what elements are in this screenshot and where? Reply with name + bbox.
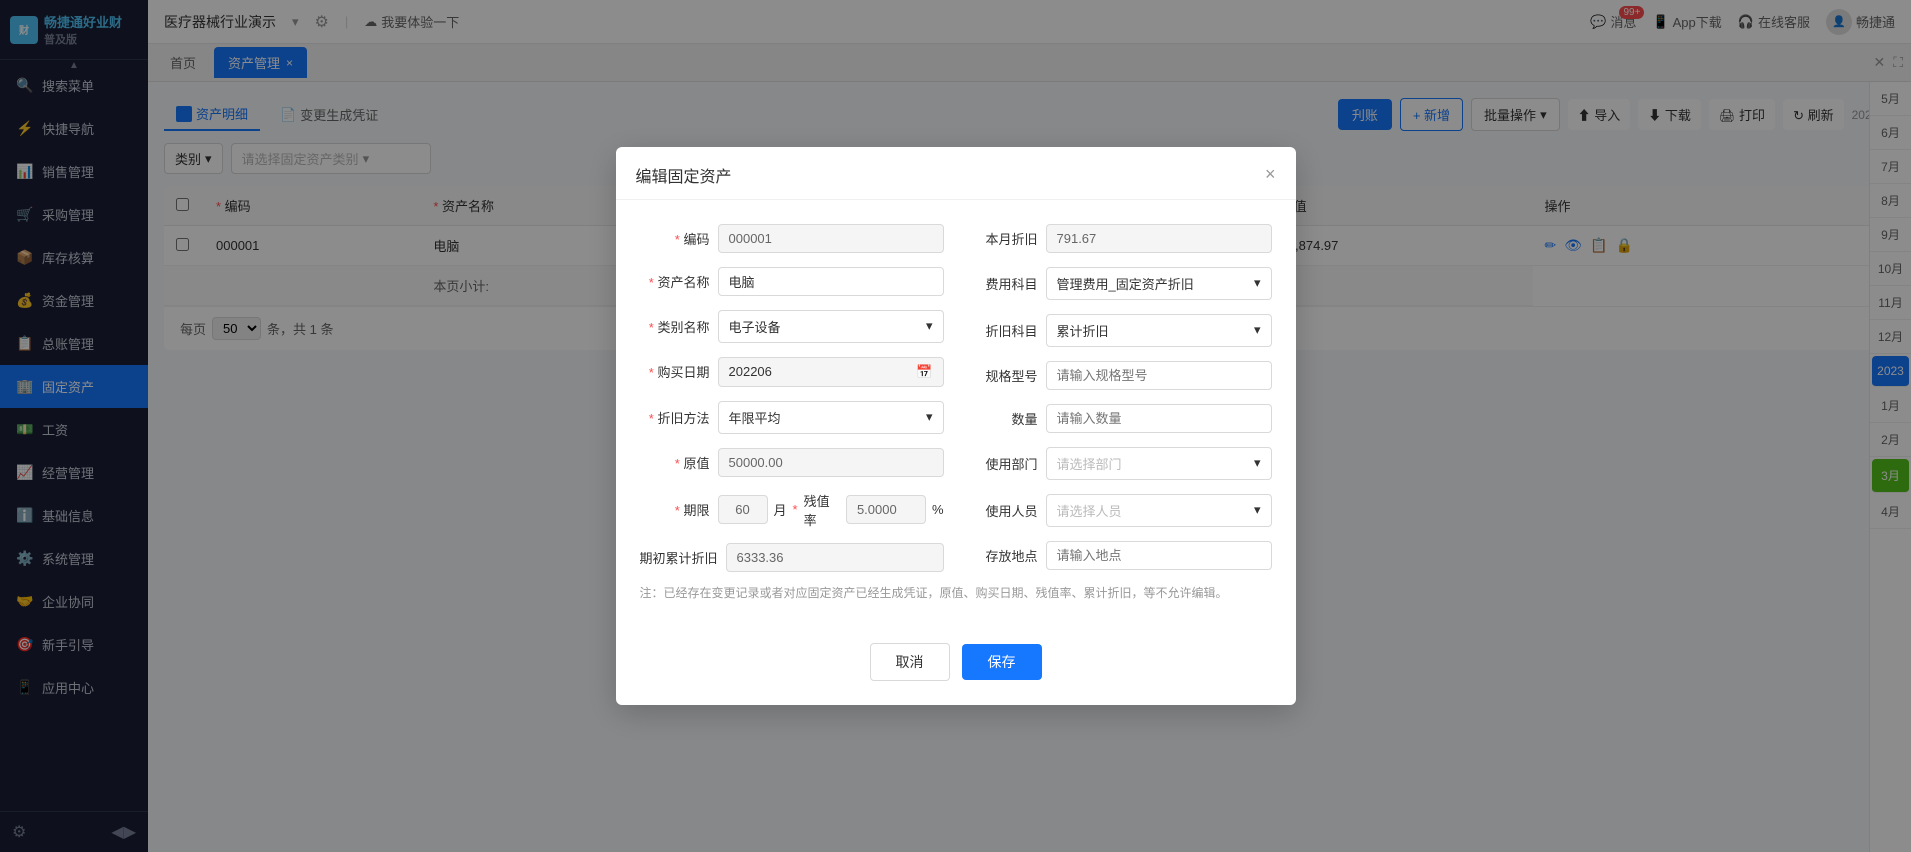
quantity-input[interactable]: [1046, 404, 1272, 433]
form-right-col: 本月折旧 费用科目 管理费用_固定资产折旧 ▾: [968, 224, 1272, 572]
cancel-button[interactable]: 取消: [870, 643, 950, 681]
form-row-dep-subject: 折旧科目 累计折旧 ▾: [968, 314, 1272, 347]
chevron-down-icon: ▾: [926, 318, 933, 334]
dep-subject-label: 折旧科目: [968, 321, 1038, 340]
residual-unit: %: [932, 502, 944, 517]
form-row-category: * 类别名称 电子设备 ▾: [640, 310, 944, 343]
form-row-user: 使用人员 请选择人员 ▾: [968, 494, 1272, 527]
modal-title: 编辑固定资产: [636, 163, 732, 187]
form-row-name: * 资产名称: [640, 267, 944, 296]
form-row-spec: 规格型号: [968, 361, 1272, 390]
location-input[interactable]: [1046, 541, 1272, 570]
form-note: 注：已经存在变更记录或者对应固定资产已经生成凭证，原值、购买日期、残值率、累计折…: [640, 584, 1272, 603]
original-value-input[interactable]: [718, 448, 944, 477]
form-row-dep-method: * 折旧方法 年限平均 ▾: [640, 401, 944, 434]
modal-close-btn[interactable]: ×: [1265, 164, 1276, 185]
modal-overlay: 编辑固定资产 × * 编码: [148, 82, 1911, 852]
form-row-monthly-dep: 本月折旧: [968, 224, 1272, 253]
form-grid: * 编码 * 资产名称: [640, 224, 1272, 572]
page-content: 资产明细 📄 变更生成凭证 刋账 + 新增 批量操作 ▾ ⬆ 导入: [148, 82, 1911, 852]
category-select[interactable]: 电子设备 ▾: [718, 310, 944, 343]
form-row-period: * 期限 月 * 残值率 %: [640, 491, 944, 529]
form-row-department: 使用部门 请选择部门 ▾: [968, 447, 1272, 480]
user-label: 使用人员: [968, 501, 1038, 520]
form-left-col: * 编码 * 资产名称: [640, 224, 944, 572]
quantity-label: 数量: [968, 409, 1038, 428]
code-label: * 编码: [640, 229, 710, 248]
purchase-date-label: * 购买日期: [640, 362, 710, 381]
form-row-expense-subject: 费用科目 管理费用_固定资产折旧 ▾: [968, 267, 1272, 300]
department-select[interactable]: 请选择部门 ▾: [1046, 447, 1272, 480]
purchase-date-input[interactable]: 202206 📅: [718, 357, 944, 387]
expense-subject-select[interactable]: 管理费用_固定资产折旧 ▾: [1046, 267, 1272, 300]
chevron-down-icon: ▾: [1254, 275, 1261, 291]
period-unit: 月: [774, 500, 787, 519]
location-label: 存放地点: [968, 546, 1038, 565]
form-row-quantity: 数量: [968, 404, 1272, 433]
period-group: 月 * 残值率 %: [718, 491, 944, 529]
residual-rate-input[interactable]: [846, 495, 926, 524]
monthly-dep-input[interactable]: [1046, 224, 1272, 253]
edit-asset-modal: 编辑固定资产 × * 编码: [616, 147, 1296, 705]
dep-subject-select[interactable]: 累计折旧 ▾: [1046, 314, 1272, 347]
form-row-original-value: * 原值: [640, 448, 944, 477]
initial-dep-input[interactable]: [726, 543, 944, 572]
form-row-initial-dep: 期初累计折旧: [640, 543, 944, 572]
residual-rate-label: 残值率: [804, 491, 840, 529]
form-row-code: * 编码: [640, 224, 944, 253]
modal-body: * 编码 * 资产名称: [616, 200, 1296, 627]
expense-subject-label: 费用科目: [968, 274, 1038, 293]
dep-method-select[interactable]: 年限平均 ▾: [718, 401, 944, 434]
chevron-down-icon: ▾: [1254, 455, 1261, 471]
original-value-label: * 原值: [640, 453, 710, 472]
dep-method-label: * 折旧方法: [640, 408, 710, 427]
chevron-down-icon: ▾: [1254, 322, 1261, 338]
save-button[interactable]: 保存: [962, 644, 1042, 680]
spec-label: 规格型号: [968, 366, 1038, 385]
modal-header: 编辑固定资产 ×: [616, 147, 1296, 200]
initial-dep-label: 期初累计折旧: [640, 548, 718, 567]
user-select[interactable]: 请选择人员 ▾: [1046, 494, 1272, 527]
name-label: * 资产名称: [640, 272, 710, 291]
period-input[interactable]: [718, 495, 768, 524]
main-content: 医疗器械行业演示 ▾ ⚙ | ☁ 我要体验一下 💬 消息 99+ 📱 App下载…: [148, 0, 1911, 852]
category-label: * 类别名称: [640, 317, 710, 336]
form-row-location: 存放地点: [968, 541, 1272, 570]
name-input[interactable]: [718, 267, 944, 296]
calendar-icon: 📅: [916, 364, 932, 380]
spec-input[interactable]: [1046, 361, 1272, 390]
form-row-purchase-date: * 购买日期 202206 📅: [640, 357, 944, 387]
monthly-dep-label: 本月折旧: [968, 229, 1038, 248]
chevron-down-icon: ▾: [1254, 502, 1261, 518]
chevron-down-icon: ▾: [926, 409, 933, 425]
period-label: * 期限: [640, 500, 710, 519]
code-input[interactable]: [718, 224, 944, 253]
department-label: 使用部门: [968, 454, 1038, 473]
modal-footer: 取消 保存: [616, 627, 1296, 705]
